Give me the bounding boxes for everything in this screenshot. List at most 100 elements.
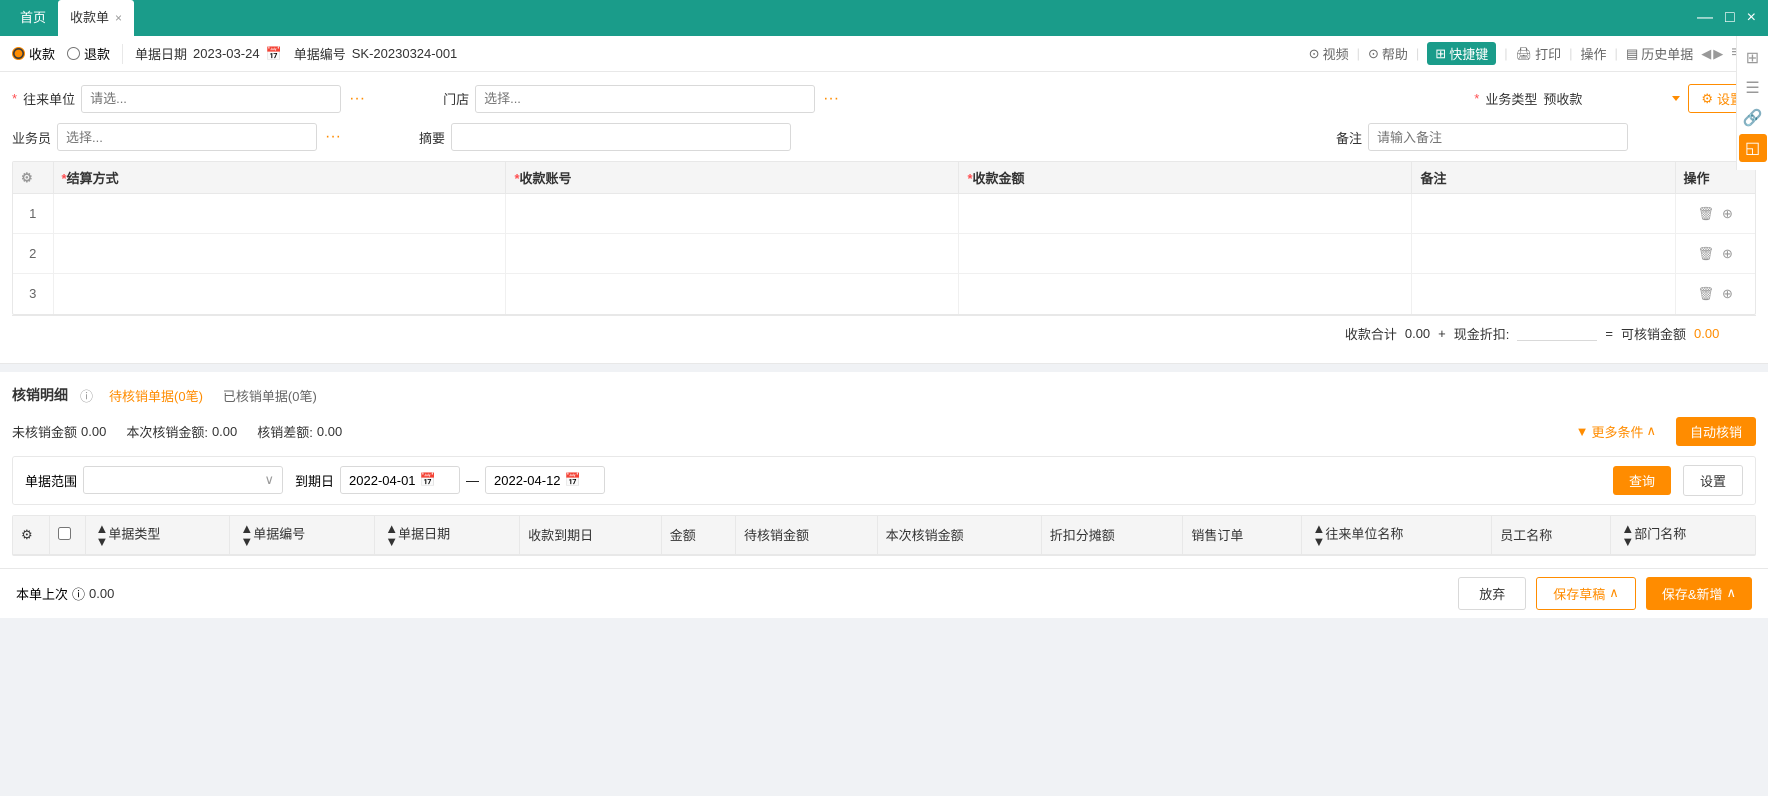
refund-radio[interactable]: 退款: [67, 44, 110, 63]
tab-close-icon[interactable]: ×: [115, 0, 122, 36]
staff-input[interactable]: [57, 123, 317, 151]
col-checkbox: [49, 516, 85, 555]
cell-account-1[interactable]: [506, 194, 959, 234]
col-doc-type: ▲▼单据类型: [85, 516, 230, 555]
bottom-table-gear-icon[interactable]: ⚙: [21, 527, 33, 542]
save-new-arrow: ∧: [1726, 585, 1736, 601]
minimize-icon[interactable]: —: [1693, 9, 1717, 27]
verify-header: 核销明细 ⓘ 待核销单据(0笔) 已核销单据(0笔): [12, 384, 1756, 407]
filter-settings-button[interactable]: 设置: [1683, 465, 1743, 496]
copy-icon-2[interactable]: ⊕: [1722, 246, 1733, 262]
receipt-type-radio-group: 收款 退款: [12, 44, 110, 63]
delete-icon-3[interactable]: 🗑: [1698, 286, 1715, 302]
nav-prev-icon[interactable]: ◀: [1701, 46, 1711, 62]
save-draft-button[interactable]: 保存草稿 ∧: [1536, 577, 1636, 610]
sidebar-expand-icon[interactable]: ◱: [1739, 134, 1767, 162]
cell-op-1: 🗑 ⊕: [1675, 194, 1755, 234]
delete-icon-2[interactable]: 🗑: [1698, 246, 1715, 262]
calendar-from-icon[interactable]: 📅: [420, 472, 436, 488]
current-stat: 本次核销金额: 0.00: [126, 422, 237, 441]
col-pending-amount: 待核销金额: [735, 516, 877, 555]
video-icon: ⊙: [1309, 46, 1320, 62]
receipt-tab-label: 收款单: [70, 0, 109, 36]
sidebar-grid-icon[interactable]: ⊞: [1739, 44, 1767, 72]
history-action[interactable]: ▤ 历史单据: [1626, 44, 1693, 63]
cell-account-2[interactable]: [506, 234, 959, 274]
help-action[interactable]: ⊙ 帮助: [1368, 44, 1408, 63]
calendar-icon[interactable]: 📅: [266, 46, 282, 62]
cell-amount-3[interactable]: [959, 274, 1412, 314]
main-toolbar: 收款 退款 单据日期 2023-03-24 📅 单据编号 SK-20230324…: [0, 36, 1768, 72]
footer-info-icon[interactable]: ⓘ: [72, 584, 85, 603]
calendar-to-icon[interactable]: 📅: [565, 472, 581, 488]
cell-amount-2[interactable]: [959, 234, 1412, 274]
biztype-dropdown-icon[interactable]: [1672, 96, 1680, 101]
home-tab[interactable]: 首页: [8, 0, 58, 36]
sidebar-list-icon[interactable]: ☰: [1739, 74, 1767, 102]
cell-settlement-1[interactable]: [53, 194, 506, 234]
select-all-checkbox[interactable]: [58, 527, 71, 540]
save-draft-arrow: ∧: [1609, 585, 1619, 601]
cell-remark-1[interactable]: [1412, 194, 1675, 234]
receive-radio[interactable]: 收款: [12, 44, 55, 63]
close-icon[interactable]: ×: [1743, 9, 1760, 27]
remark-input[interactable]: [1368, 123, 1628, 151]
store-input[interactable]: [475, 85, 815, 113]
cell-remark-3[interactable]: [1412, 274, 1675, 314]
nav-next-icon[interactable]: ▶: [1713, 46, 1723, 62]
cell-op-3: 🗑 ⊕: [1675, 274, 1755, 314]
verify-info-icon[interactable]: ⓘ: [80, 386, 93, 405]
row-num-2: 2: [13, 234, 53, 274]
verify-title: 核销明细: [12, 385, 68, 405]
summary-input[interactable]: [451, 123, 791, 151]
copy-icon-1[interactable]: ⊕: [1722, 206, 1733, 222]
footer-info-label: 本单上次: [16, 584, 68, 603]
due-date-to-value: 2022-04-12: [494, 473, 561, 488]
discount-input[interactable]: [1517, 325, 1597, 341]
biztype-label: 业务类型: [1485, 89, 1537, 108]
nav-arrows: ◀ ▶: [1701, 46, 1723, 62]
video-action[interactable]: ⊙ 视频: [1309, 44, 1349, 63]
save-new-button[interactable]: 保存&新增 ∧: [1646, 577, 1752, 610]
delete-icon-1[interactable]: 🗑: [1698, 206, 1715, 222]
row-num-1: 1: [13, 194, 53, 234]
date-label: 单据日期: [135, 44, 187, 63]
cell-settlement-2[interactable]: [53, 234, 506, 274]
query-button[interactable]: 查询: [1613, 466, 1671, 495]
pending-tab[interactable]: 待核销单据(0笔): [105, 384, 207, 407]
plus-label: +: [1438, 326, 1446, 341]
counterparty-more-icon[interactable]: ···: [347, 90, 367, 108]
auto-verify-button[interactable]: 自动核销: [1676, 417, 1756, 446]
done-tab[interactable]: 已核销单据(0笔): [219, 384, 321, 407]
due-date-from[interactable]: 2022-04-01 📅: [340, 466, 460, 494]
abandon-button[interactable]: 放弃: [1458, 577, 1526, 610]
table-row: 1 🗑 ⊕: [13, 194, 1755, 234]
print-action[interactable]: 🖨 打印: [1516, 44, 1562, 63]
col-settlement: *结算方式: [53, 162, 506, 194]
maximize-icon[interactable]: □: [1721, 9, 1739, 27]
number-field: 单据编号 SK-20230324-001: [294, 44, 458, 63]
cell-account-3[interactable]: [506, 274, 959, 314]
cell-amount-1[interactable]: [959, 194, 1412, 234]
more-conditions-btn[interactable]: ▼ 更多条件 ∧: [1576, 422, 1656, 441]
operation-action[interactable]: 操作: [1581, 44, 1607, 63]
due-date-from-value: 2022-04-01: [349, 473, 416, 488]
col-party-name: ▲▼往来单位名称: [1302, 516, 1492, 555]
staff-more-icon[interactable]: ···: [323, 128, 343, 146]
table-gear-icon[interactable]: ⚙: [21, 170, 33, 185]
remark-field: 备注: [1336, 123, 1628, 151]
copy-icon-3[interactable]: ⊕: [1722, 286, 1733, 302]
due-date-filter: 到期日 2022-04-01 📅 — 2022-04-12 📅: [295, 466, 605, 494]
remark-label: 备注: [1336, 128, 1362, 147]
cell-remark-2[interactable]: [1412, 234, 1675, 274]
quickkey-action[interactable]: ⊞ 快捷键: [1427, 42, 1496, 65]
store-more-icon[interactable]: ···: [821, 90, 841, 108]
range-select[interactable]: ∨: [83, 466, 283, 494]
due-date-label: 到期日: [295, 471, 334, 490]
sidebar-link-icon[interactable]: 🔗: [1739, 104, 1767, 132]
cell-settlement-3[interactable]: [53, 274, 506, 314]
verifiable-label: 可核销金额: [1621, 324, 1686, 343]
counterparty-input[interactable]: [81, 85, 341, 113]
receipt-tab[interactable]: 收款单 ×: [58, 0, 134, 36]
due-date-to[interactable]: 2022-04-12 📅: [485, 466, 605, 494]
